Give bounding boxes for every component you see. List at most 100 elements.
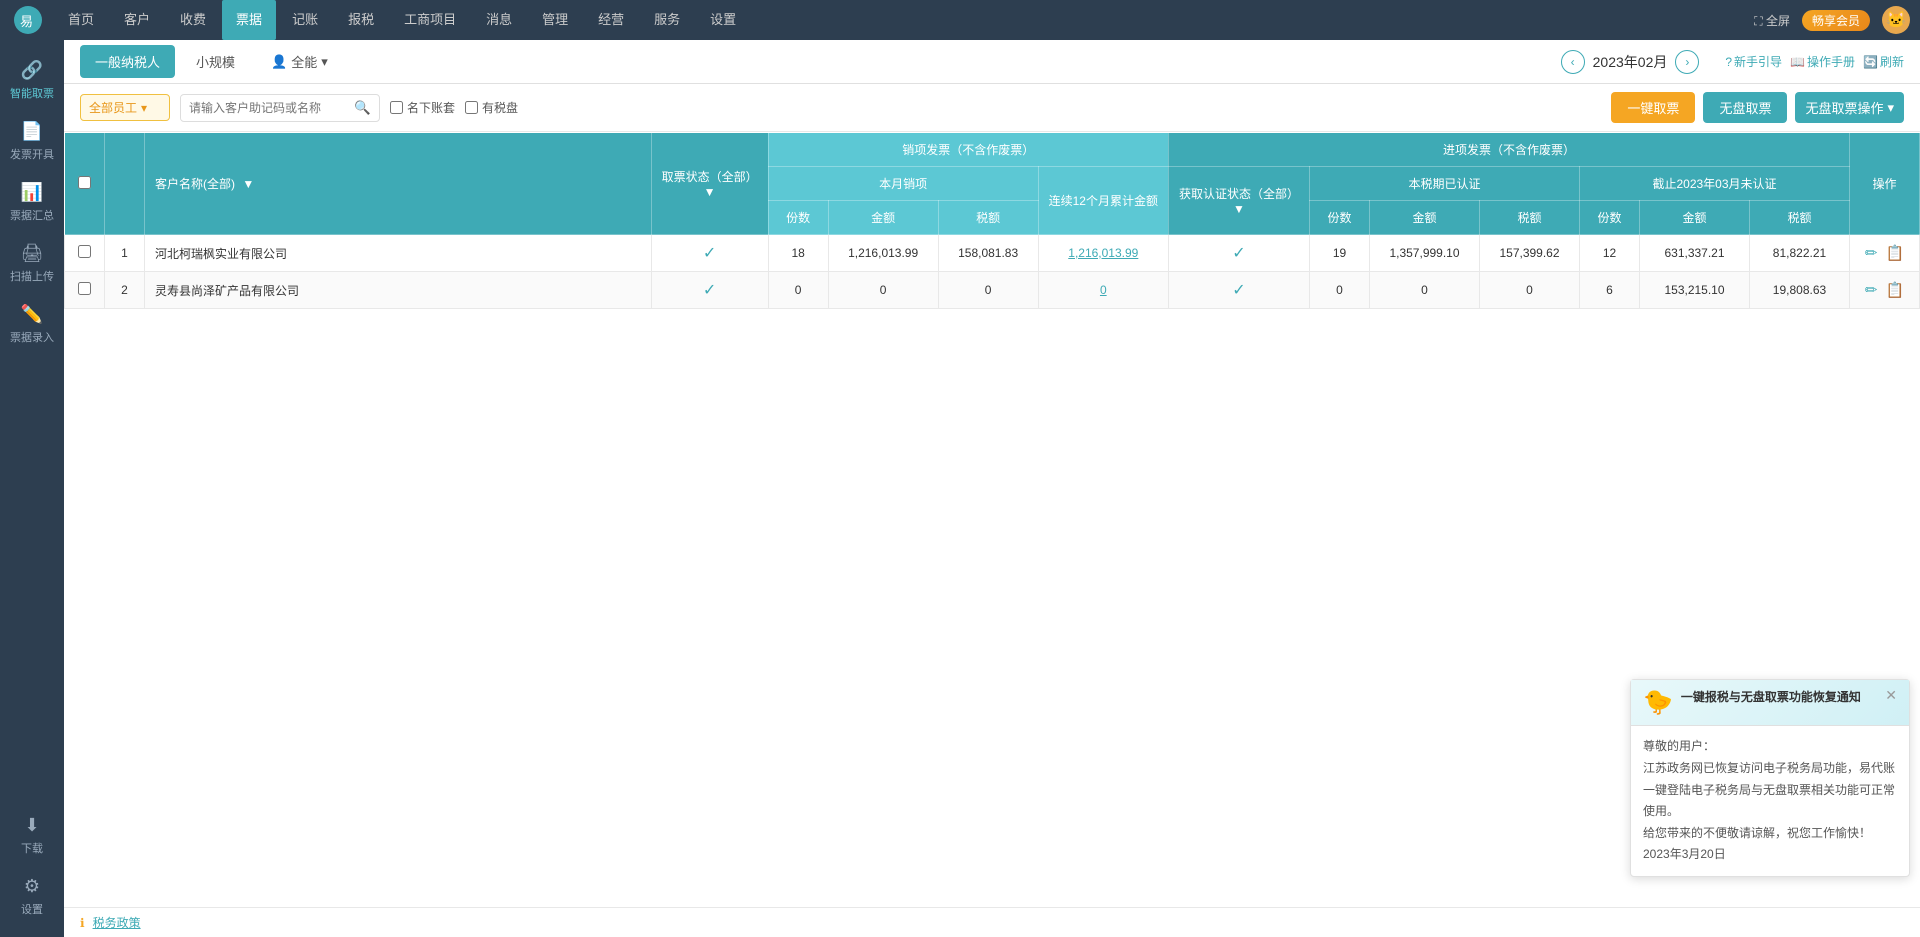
checkbox-account[interactable]: [390, 101, 403, 114]
purchase-header-label: 进项发票（不含作废票）: [1443, 143, 1575, 157]
row-index-1: 1: [105, 235, 145, 272]
sidebar-item-entry[interactable]: ✏️ 票据录入: [0, 294, 64, 355]
row-uncert-tax-1: 81,822.21: [1750, 235, 1850, 272]
row-cert-status-icon-1: ✓: [1232, 245, 1245, 262]
period-prev-btn[interactable]: ‹: [1561, 50, 1585, 74]
tab-general-taxpayer[interactable]: 一般纳税人: [80, 45, 175, 78]
select-all-checkbox[interactable]: [78, 176, 91, 189]
period-next-btn[interactable]: ›: [1675, 50, 1699, 74]
sidebar-bottom: ⬇ 下载 ⚙ 设置: [0, 805, 64, 937]
row-sales-cumul-1: 1,216,013.99: [1038, 235, 1168, 272]
search-box: 🔍: [180, 94, 380, 122]
search-button[interactable]: 🔍: [346, 95, 379, 121]
nav-message[interactable]: 消息: [472, 0, 526, 40]
tax-policy-link[interactable]: 税务政策: [93, 914, 141, 931]
checkbox-taxdisk[interactable]: [465, 101, 478, 114]
sales-header-label: 销项发票（不含作废票）: [902, 143, 1034, 157]
row-sales-count-1: 18: [768, 235, 828, 272]
tab-small-scale[interactable]: 小规模: [181, 45, 250, 78]
sales-tax-header: 税额: [938, 201, 1038, 235]
cert-status-filter-icon[interactable]: ▼: [1233, 202, 1245, 216]
view-icon-1[interactable]: 📋: [1885, 244, 1904, 262]
manual-btn[interactable]: 📖 操作手册: [1790, 53, 1855, 70]
row-cert-count-1: 19: [1310, 235, 1370, 272]
nav-service[interactable]: 服务: [640, 0, 694, 40]
row-status-icon-2: ✓: [703, 282, 716, 299]
sidebar-item-open-invoice[interactable]: 📄 发票开具: [0, 111, 64, 172]
edit-icon-2[interactable]: ✏: [1865, 281, 1878, 299]
table-row: 2 灵寿县尚泽矿产品有限公司 ✓ 0 0 0 0 ✓: [65, 272, 1920, 309]
view-icon-2[interactable]: 📋: [1885, 281, 1904, 299]
sidebar-item-download[interactable]: ⬇ 下载: [0, 805, 64, 866]
period-label: 2023年02月: [1593, 52, 1668, 72]
logo: 易: [10, 2, 46, 38]
vip-button[interactable]: 畅享会员: [1802, 10, 1870, 31]
row-checkbox-2[interactable]: [78, 282, 91, 295]
notification-apology: 给您带来的不便敬请谅解，祝您工作愉快！: [1643, 823, 1897, 845]
nav-fee[interactable]: 收费: [166, 0, 220, 40]
status-filter-icon[interactable]: ▼: [704, 185, 716, 199]
sidebar-label-scan: 扫描上传: [10, 268, 54, 284]
col-status-header: 取票状态（全部）: [662, 168, 758, 185]
table-body: 1 河北柯瑞枫实业有限公司 ✓ 18 1,216,013.99 158,081.…: [65, 235, 1920, 309]
table-header-row1: 客户名称(全部) ▼ 取票状态（全部） ▼ 销项发票（不含作废票） 进项发票（不…: [65, 133, 1920, 167]
no-disk-import-button[interactable]: 无盘取票: [1703, 92, 1787, 123]
tabs-row: 一般纳税人 小规模 👤 全能 ▾ ‹ 2023年02月 › ? 新手引导 📖 操…: [64, 40, 1920, 84]
nav-operation[interactable]: 经营: [584, 0, 638, 40]
checkbox-taxdisk-label[interactable]: 有税盘: [465, 99, 518, 116]
nav-invoice[interactable]: 票据: [222, 0, 276, 40]
person-icon: 👤: [271, 54, 287, 70]
avatar[interactable]: 🐱: [1882, 6, 1910, 34]
scan-icon: 🖨: [21, 243, 44, 264]
row-uncert-amount-1: 631,337.21: [1640, 235, 1750, 272]
employee-filter[interactable]: 全部员工 ▾: [80, 94, 170, 121]
guide-btn[interactable]: ? 新手引导: [1725, 53, 1782, 70]
checkbox-account-label[interactable]: 名下账套: [390, 99, 455, 116]
more-operations-button[interactable]: 无盘取票操作 ▾: [1795, 92, 1904, 123]
sidebar-item-summary[interactable]: 📊 票据汇总: [0, 172, 64, 233]
notification-close-btn[interactable]: ✕: [1885, 688, 1897, 702]
row-sales-tax-1: 158,081.83: [938, 235, 1038, 272]
sidebar-label-config: 设置: [21, 901, 43, 917]
nav-accounting[interactable]: 记账: [278, 0, 332, 40]
search-input[interactable]: [181, 96, 346, 120]
row-uncert-count-1: 12: [1580, 235, 1640, 272]
nav-home[interactable]: 首页: [54, 0, 108, 40]
entry-icon: ✏️: [21, 304, 43, 325]
sales-cumul-link-2[interactable]: 0: [1100, 283, 1107, 297]
nav-tax[interactable]: 报税: [334, 0, 388, 40]
tab-all[interactable]: 👤 全能 ▾: [256, 45, 343, 78]
table-row: 1 河北柯瑞枫实业有限公司 ✓ 18 1,216,013.99 158,081.…: [65, 235, 1920, 272]
nav-business[interactable]: 工商项目: [390, 0, 470, 40]
cert-status-header: 获取认证状态（全部）: [1179, 185, 1299, 202]
sidebar-item-smart-invoice[interactable]: 🔗 智能取票: [0, 50, 64, 111]
edit-icon-1[interactable]: ✏: [1865, 244, 1878, 262]
row-cert-tax-1: 157,399.62: [1480, 235, 1580, 272]
refresh-btn[interactable]: 🔄 刷新: [1863, 53, 1904, 70]
tab-actions: ? 新手引导 📖 操作手册 🔄 刷新: [1725, 53, 1904, 70]
row-uncert-amount-2: 153,215.10: [1640, 272, 1750, 309]
nav-customer[interactable]: 客户: [110, 0, 164, 40]
row-checkbox-1[interactable]: [78, 245, 91, 258]
nav-manage[interactable]: 管理: [528, 0, 582, 40]
notification-greeting: 尊敬的用户：: [1643, 736, 1897, 758]
notification-duck-icon: 🐤: [1643, 688, 1673, 717]
sidebar-item-config[interactable]: ⚙ 设置: [0, 866, 64, 927]
sales-month-header: 本月销项: [879, 177, 927, 191]
nav-settings[interactable]: 设置: [696, 0, 750, 40]
chevron-down-icon: ▾: [1887, 100, 1894, 116]
notification-date: 2023年3月20日: [1643, 844, 1897, 866]
one-click-import-button[interactable]: 一键取票: [1611, 92, 1695, 123]
filter-icon[interactable]: ▼: [242, 177, 254, 191]
config-icon: ⚙: [24, 876, 40, 897]
sales-cumulative-header: 连续12个月累计金额: [1049, 194, 1158, 208]
ops-header: 操作: [1872, 177, 1896, 191]
row-cert-status-icon-2: ✓: [1232, 282, 1245, 299]
smart-invoice-icon: 🔗: [21, 60, 43, 81]
row-index-2: 2: [105, 272, 145, 309]
purchase-certified-header: 本税期已认证: [1408, 177, 1480, 191]
sidebar-item-scan[interactable]: 🖨 扫描上传: [0, 233, 64, 294]
sales-cumul-link-1[interactable]: 1,216,013.99: [1068, 246, 1138, 260]
fullscreen-btn[interactable]: ⛶ 全屏: [1754, 12, 1790, 29]
row-name-1: 河北柯瑞枫实业有限公司: [145, 235, 652, 272]
